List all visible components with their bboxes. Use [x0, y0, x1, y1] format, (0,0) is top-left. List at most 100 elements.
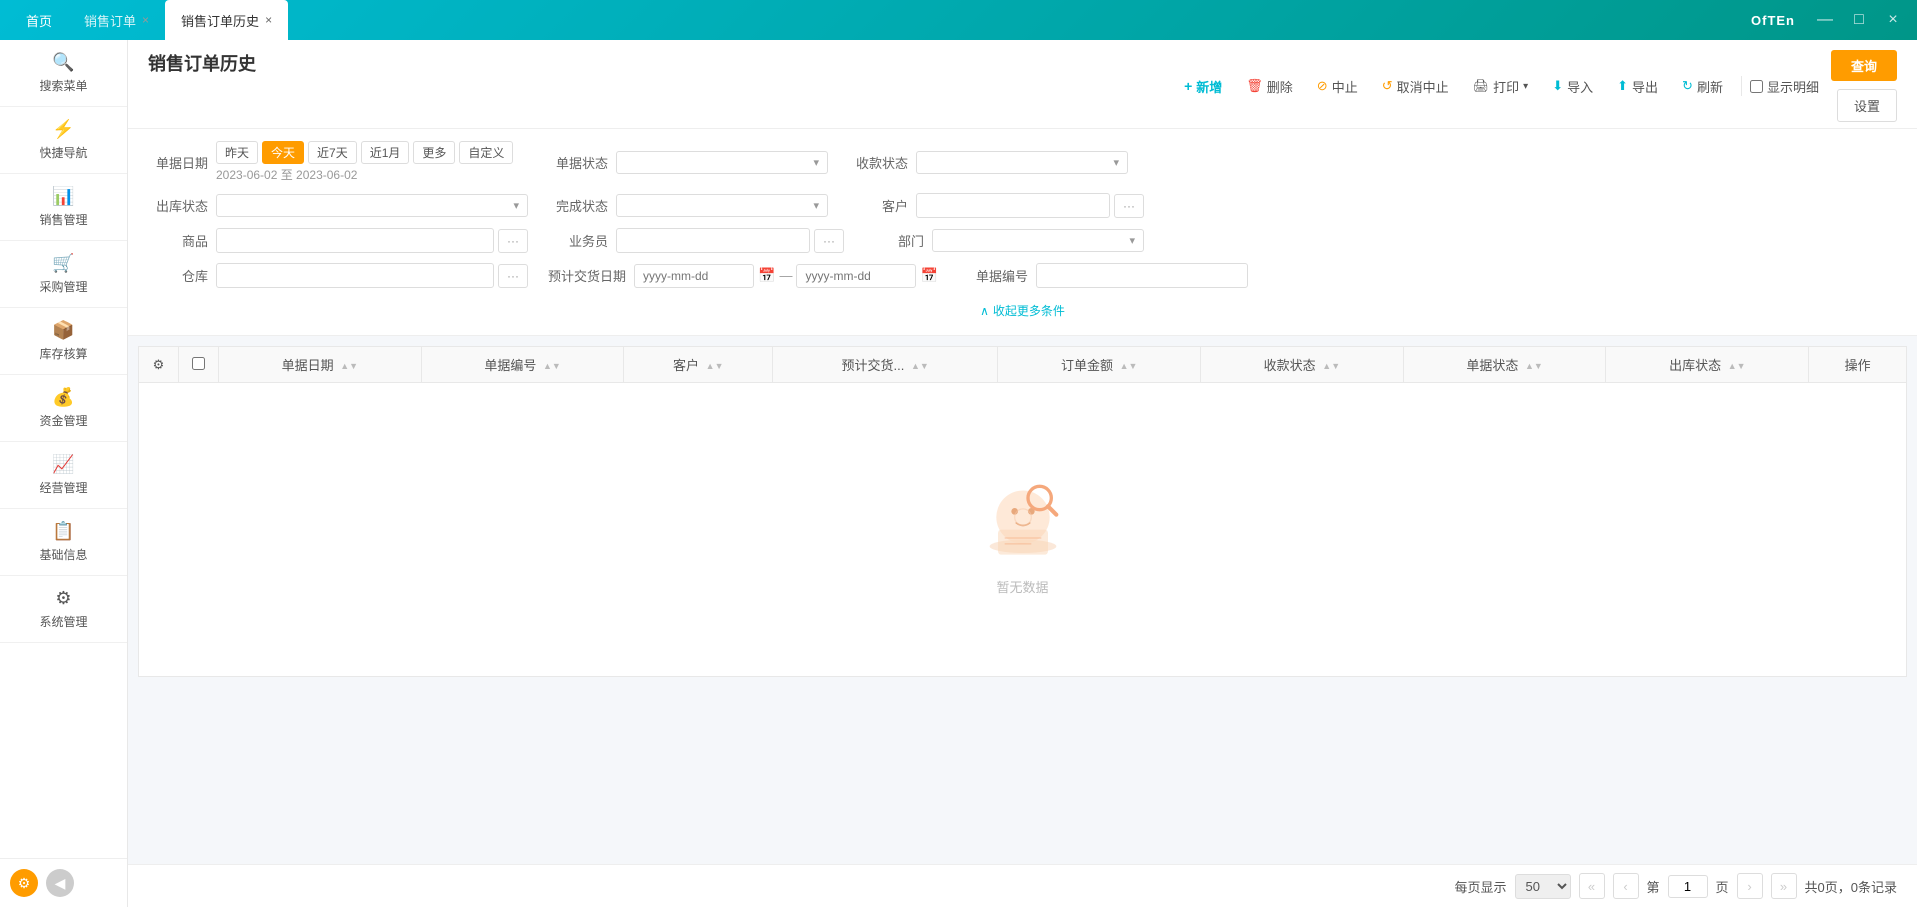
date-btn-last1m[interactable]: 近1月	[361, 141, 410, 164]
filter-section: 单据日期 昨天 今天 近7天 近1月 更多 自定义 2023-06-02	[128, 129, 1917, 336]
filter-row-1: 单据日期 昨天 今天 近7天 近1月 更多 自定义 2023-06-02	[148, 141, 1897, 183]
filter-out-status-item: 出库状态 ▾	[148, 194, 528, 217]
col-amount[interactable]: 订单金额 ▲▼	[998, 347, 1201, 383]
maximize-btn[interactable]: □	[1845, 6, 1873, 34]
page-size-select[interactable]: 10 20 50 100	[1515, 874, 1571, 899]
query-btn[interactable]: 查询	[1831, 50, 1897, 81]
first-page-btn[interactable]: «	[1579, 873, 1605, 899]
export-btn[interactable]: ⬆ 导出	[1607, 72, 1668, 101]
filter-doc-status-item: 单据状态 ▾	[548, 151, 828, 174]
warehouse-label: 仓库	[148, 266, 208, 285]
sidebar-item-finance-label: 资金管理	[39, 412, 87, 429]
out-status-arrow: ▾	[513, 199, 519, 212]
filter-doc-no-item: 单据编号	[968, 263, 1248, 288]
col-settings[interactable]: ⚙	[139, 347, 179, 383]
new-icon: +	[1184, 78, 1192, 94]
filter-row-2: 出库状态 ▾ 完成状态 ▾ 客户	[148, 193, 1897, 218]
sidebar-item-finance[interactable]: 💰 资金管理	[0, 375, 127, 442]
goods-ellipsis-btn[interactable]: ···	[498, 229, 528, 253]
filter-date-item: 单据日期 昨天 今天 近7天 近1月 更多 自定义 2023-06-02	[148, 141, 528, 183]
goods-input[interactable]	[216, 228, 494, 253]
delivery-date-end[interactable]	[796, 264, 916, 288]
warehouse-input[interactable]	[216, 263, 494, 288]
sidebar-item-quick-nav[interactable]: ⚡ 快捷导航	[0, 107, 127, 174]
sidebar-item-basic-info-label: 基础信息	[39, 546, 87, 563]
new-btn[interactable]: + 新增	[1174, 72, 1232, 101]
page-input[interactable]	[1668, 875, 1708, 898]
refresh-btn[interactable]: ↻ 刷新	[1672, 72, 1733, 101]
import-btn[interactable]: ⬇ 导入	[1542, 72, 1603, 101]
col-receipt-status[interactable]: 收款状态 ▲▼	[1201, 347, 1404, 383]
tab-sales-order-close[interactable]: ×	[142, 13, 149, 27]
receipt-status-select[interactable]: ▾	[916, 151, 1128, 174]
sidebar-item-system[interactable]: ⚙ 系统管理	[0, 576, 127, 643]
sidebar-settings-btn[interactable]: ⚙	[10, 869, 38, 897]
data-table: ⚙ 单据日期 ▲▼ 单据编号 ▲▼ 客户	[138, 346, 1907, 677]
date-btn-custom[interactable]: 自定义	[459, 141, 513, 164]
next-page-btn[interactable]: ›	[1737, 873, 1763, 899]
calendar-start-icon: 📅	[758, 267, 775, 284]
salesman-input[interactable]	[616, 228, 810, 253]
col-doc-no[interactable]: 单据编号 ▲▼	[421, 347, 624, 383]
minimize-btn[interactable]: —	[1811, 6, 1839, 34]
tab-sales-order[interactable]: 销售订单 ×	[68, 0, 165, 40]
print-icon: 🖨	[1473, 78, 1490, 94]
warehouse-control: ···	[216, 263, 528, 288]
doc-status-select[interactable]: ▾	[616, 151, 828, 174]
sidebar-item-search-menu[interactable]: 🔍 搜索菜单	[0, 40, 127, 107]
doc-no-input[interactable]	[1036, 263, 1248, 288]
doc-no-label: 单据编号	[968, 266, 1028, 285]
sort-out-status-icon: ▲▼	[1728, 362, 1746, 371]
tab-home[interactable]: 首页	[10, 0, 68, 40]
col-doc-status[interactable]: 单据状态 ▲▼	[1403, 347, 1606, 383]
settings-btn[interactable]: 设置	[1837, 89, 1897, 122]
warehouse-ellipsis-btn[interactable]: ···	[498, 264, 528, 288]
col-checkbox[interactable]	[179, 347, 219, 383]
date-btn-more[interactable]: 更多	[413, 141, 455, 164]
customer-input[interactable]	[916, 193, 1110, 218]
stop-btn[interactable]: ⊘ 中止	[1307, 72, 1368, 101]
last-page-btn[interactable]: »	[1771, 873, 1797, 899]
sidebar-item-operation[interactable]: 📈 经营管理	[0, 442, 127, 509]
department-select[interactable]: ▾	[932, 229, 1144, 252]
tab-sales-order-label: 销售订单	[84, 11, 136, 30]
sidebar-item-purchase[interactable]: 🛒 采购管理	[0, 241, 127, 308]
sidebar-collapse-btn[interactable]: ◀	[46, 869, 74, 897]
customer-ellipsis-btn[interactable]: ···	[1114, 194, 1144, 218]
tab-sales-order-history-close[interactable]: ×	[265, 13, 272, 27]
date-btn-yesterday[interactable]: 昨天	[216, 141, 258, 164]
sidebar-item-purchase-label: 采购管理	[39, 278, 87, 295]
sidebar-item-inventory[interactable]: 📦 库存核算	[0, 308, 127, 375]
complete-status-arrow: ▾	[813, 199, 819, 212]
sidebar-item-quick-nav-label: 快捷导航	[39, 144, 87, 161]
purchase-icon: 🛒	[52, 253, 74, 274]
collapse-btn[interactable]: ∧ 收起更多条件	[148, 298, 1897, 323]
col-customer[interactable]: 客户 ▲▼	[624, 347, 773, 383]
delete-btn[interactable]: 🗑 删除	[1236, 72, 1303, 101]
date-btn-last7[interactable]: 近7天	[308, 141, 357, 164]
date-btn-today[interactable]: 今天	[262, 141, 304, 164]
cancel-stop-btn[interactable]: ↺ 取消中止	[1372, 72, 1459, 101]
display-cols-label[interactable]: 显示明细	[1750, 77, 1819, 96]
sidebar-item-basic-info[interactable]: 📋 基础信息	[0, 509, 127, 576]
out-status-select[interactable]: ▾	[216, 194, 528, 217]
tab-sales-order-history[interactable]: 销售订单历史 ×	[165, 0, 288, 40]
col-out-status[interactable]: 出库状态 ▲▼	[1606, 347, 1809, 383]
sidebar-item-inventory-label: 库存核算	[39, 345, 87, 362]
sidebar-item-sales[interactable]: 📊 销售管理	[0, 174, 127, 241]
col-delivery-date[interactable]: 预计交货... ▲▼	[773, 347, 998, 383]
cancel-stop-icon: ↺	[1382, 78, 1393, 94]
col-doc-date[interactable]: 单据日期 ▲▼	[219, 347, 422, 383]
doc-status-arrow: ▾	[813, 156, 819, 169]
salesman-ellipsis-btn[interactable]: ···	[814, 229, 844, 253]
main-layout: 🔍 搜索菜单 ⚡ 快捷导航 📊 销售管理 🛒 采购管理 📦 库存核算 💰 资金管…	[0, 40, 1917, 907]
complete-status-select[interactable]: ▾	[616, 194, 828, 217]
operation-icon: 📈	[52, 454, 74, 475]
select-all-checkbox[interactable]	[192, 357, 205, 370]
delivery-date-start[interactable]	[634, 264, 754, 288]
close-window-btn[interactable]: ×	[1879, 6, 1907, 34]
print-btn[interactable]: 🖨 打印 ▾	[1463, 72, 1539, 101]
display-cols-checkbox[interactable]	[1750, 80, 1763, 93]
sort-amount-icon: ▲▼	[1120, 362, 1138, 371]
prev-page-btn[interactable]: ‹	[1613, 873, 1639, 899]
